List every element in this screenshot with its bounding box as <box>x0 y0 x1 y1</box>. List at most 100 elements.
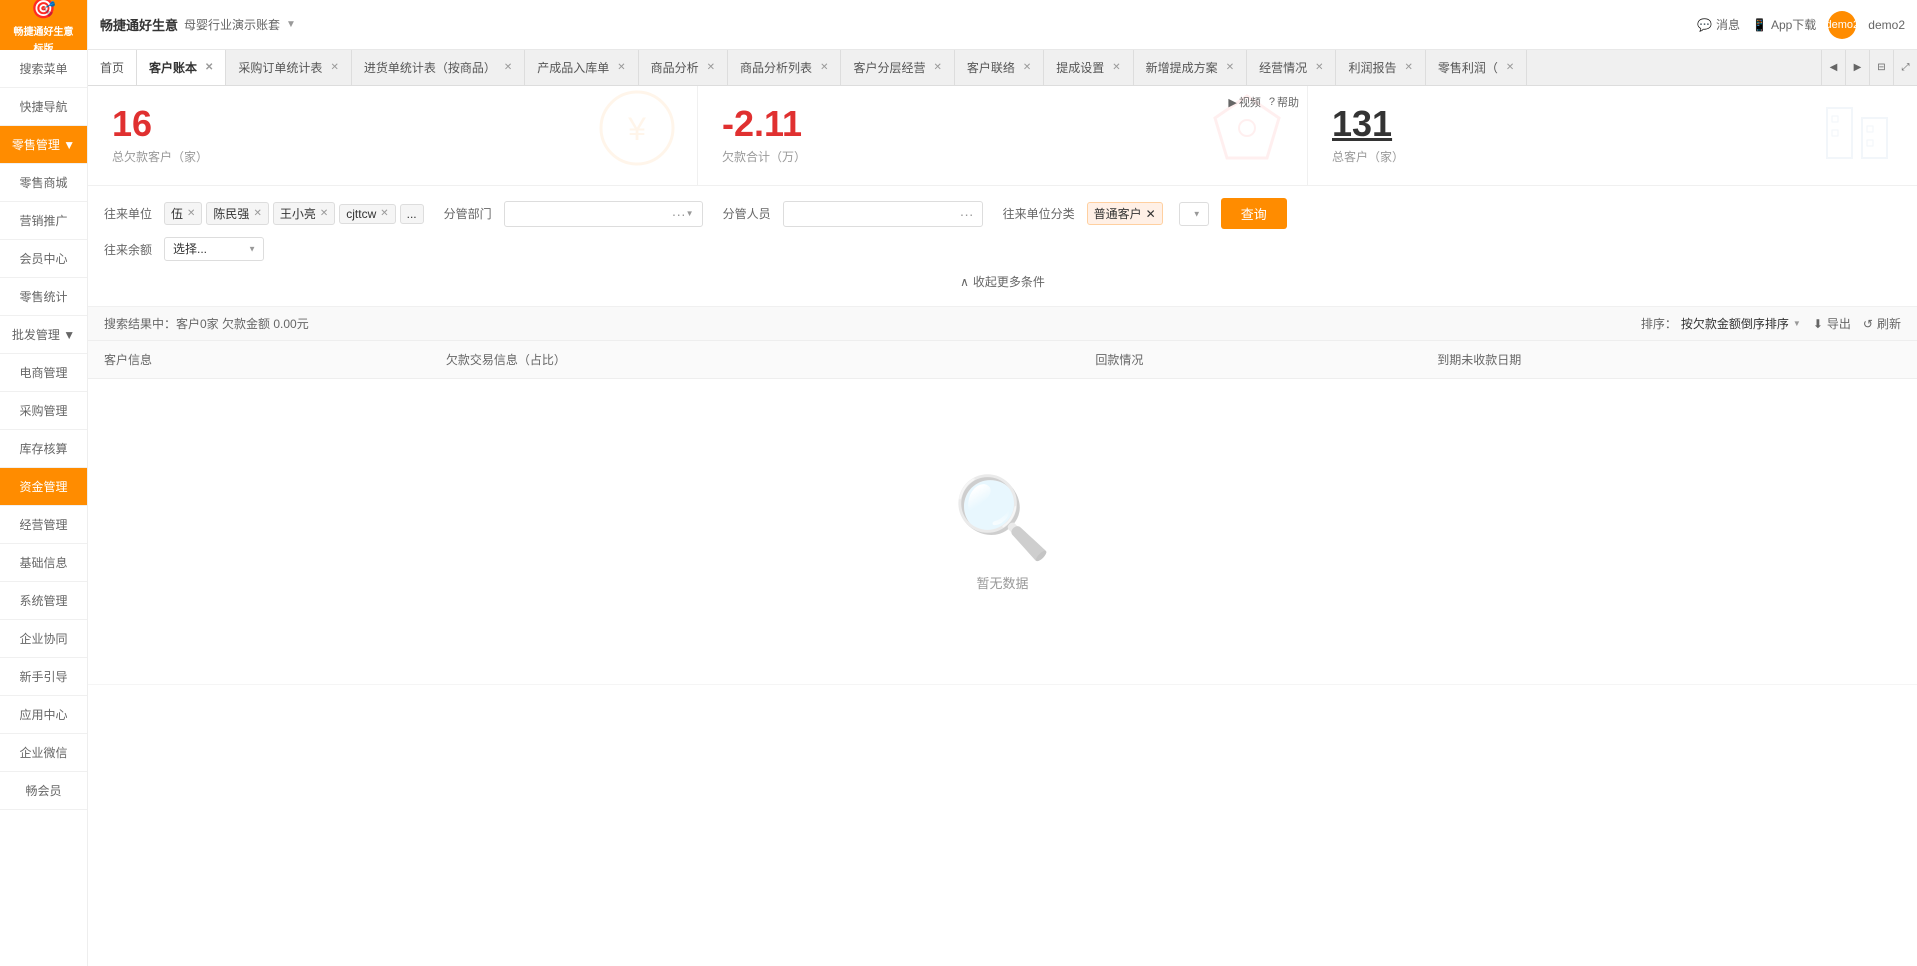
tab-new-increase[interactable]: 新增提成方案 ✕ <box>1134 50 1247 86</box>
app-download-button[interactable]: 📱 App下载 <box>1752 16 1816 33</box>
stat-info-total-customers: 131 总客户（家） <box>1332 106 1404 165</box>
tab-product-inbound[interactable]: 产成品入库单 ✕ <box>525 50 638 86</box>
sidebar-item-quick-nav[interactable]: 快捷导航 <box>0 88 87 126</box>
tab-inbound-stats[interactable]: 进货单统计表（按商品） ✕ <box>352 50 525 86</box>
company-filter-label: 往来单位 <box>104 205 152 222</box>
tab-home[interactable]: 首页 <box>88 50 137 86</box>
results-info: 搜索结果中：客户0家 欠款金额 0.00元 <box>104 315 309 332</box>
help-icon: ? <box>1269 96 1275 108</box>
tab-close-new-increase[interactable]: ✕ <box>1226 62 1234 73</box>
sidebar-item-retail-stats[interactable]: 零售统计 <box>0 278 87 316</box>
sidebar-item-retail-mgmt[interactable]: 零售管理 ▼ <box>0 126 87 164</box>
help-button[interactable]: ? 帮助 <box>1269 94 1299 110</box>
empty-state-icon: 🔍 <box>953 471 1053 565</box>
sort-dropdown-icon[interactable]: ▼ <box>1793 319 1801 328</box>
sidebar-item-operations-mgmt[interactable]: 经营管理 <box>0 506 87 544</box>
tab-remind-settings[interactable]: 提成设置 ✕ <box>1044 50 1133 86</box>
tab-customer-connect[interactable]: 客户联络 ✕ <box>955 50 1044 86</box>
filter-area: 往来单位 伍 ✕ 陈民强 ✕ 王小亮 ✕ <box>88 186 1917 307</box>
tab-customer-account[interactable]: 客户账本 ✕ <box>137 50 226 86</box>
sidebar-item-marketing[interactable]: 营销推广 <box>0 202 87 240</box>
tab-close-product-analysis-list[interactable]: ✕ <box>820 62 828 73</box>
sidebar-item-app-center[interactable]: 应用中心 <box>0 696 87 734</box>
tab-profit-report[interactable]: 利润报告 ✕ <box>1336 50 1425 86</box>
export-button[interactable]: ⬇ 导出 <box>1813 315 1851 332</box>
sidebar-item-enterprise-collab[interactable]: 企业协同 <box>0 620 87 658</box>
tab-product-analysis-list[interactable]: 商品分析列表 ✕ <box>728 50 841 86</box>
collapse-button[interactable]: ∧ 收起更多条件 <box>104 269 1901 294</box>
stat-card-total-customers: 131 总客户（家） <box>1308 86 1917 185</box>
sidebar-item-ecommerce-mgmt[interactable]: 电商管理 <box>0 354 87 392</box>
top-header: 畅捷通好生意 母婴行业演示账套 ▼ 💬 消息 📱 App下载 demo2 d <box>88 0 1917 50</box>
tab-expand-button[interactable]: ⤢ <box>1893 50 1917 86</box>
sidebar-item-basic-info[interactable]: 基础信息 <box>0 544 87 582</box>
person-filter-dots[interactable]: ··· <box>960 206 974 222</box>
balance-filter-select[interactable]: 选择... <box>164 237 264 261</box>
sidebar-item-system-mgmt[interactable]: 系统管理 <box>0 582 87 620</box>
tab-close-product-analysis[interactable]: ✕ <box>707 62 715 73</box>
user-name-label[interactable]: demo2 <box>1868 18 1905 32</box>
dept-filter-input[interactable] <box>513 207 668 221</box>
company-type-tag-close[interactable]: ✕ <box>1146 207 1156 221</box>
dept-dropdown-icon[interactable]: ▼ <box>686 209 694 218</box>
tab-customer-tier[interactable]: 客户分层经营 ✕ <box>841 50 954 86</box>
sidebar: 🎯 畅捷通好生意 标版 搜索菜单 快捷导航 零售管理 ▼ 零售商城 营销推广 会… <box>0 0 88 966</box>
stat-number-debt-customers: 16 <box>112 106 208 142</box>
sidebar-item-vip-member[interactable]: 畅会员 <box>0 772 87 810</box>
company-type-select[interactable] <box>1179 202 1209 226</box>
sidebar-item-new-guide[interactable]: 新手引导 <box>0 658 87 696</box>
company-tag-wang-close[interactable]: ✕ <box>320 208 328 219</box>
sort-option-label[interactable]: 按欠款金额倒序排序 <box>1681 315 1789 332</box>
tab-close-profit-report[interactable]: ✕ <box>1405 62 1413 73</box>
tab-close-inbound-stats[interactable]: ✕ <box>504 62 512 73</box>
message-button[interactable]: 💬 消息 <box>1697 16 1740 33</box>
workspace-dropdown-icon[interactable]: ▼ <box>286 19 296 30</box>
tab-bar: 首页 客户账本 ✕ 采购订单统计表 ✕ 进货单统计表（按商品） ✕ 产成品入库单… <box>88 50 1917 86</box>
tab-close-product-inbound[interactable]: ✕ <box>617 62 625 73</box>
dept-filter-dots[interactable]: ··· <box>672 206 686 222</box>
tab-purchase-order-stats[interactable]: 采购订单统计表 ✕ <box>226 50 351 86</box>
stat-bg-icon-currency: ¥ <box>597 88 677 184</box>
person-filter-input[interactable] <box>792 207 956 221</box>
tab-menu-button[interactable]: ⊟ <box>1869 50 1893 86</box>
tab-product-analysis[interactable]: 商品分析 ✕ <box>639 50 728 86</box>
sidebar-item-membership[interactable]: 会员中心 <box>0 240 87 278</box>
tab-retail-profit[interactable]: 零售利润（ ✕ <box>1426 50 1527 86</box>
sidebar-item-search-menu[interactable]: 搜索菜单 <box>0 50 87 88</box>
tab-close-retail-profit[interactable]: ✕ <box>1506 62 1514 73</box>
tab-close-purchase-order-stats[interactable]: ✕ <box>330 62 338 73</box>
company-type-dropdown-wrapper[interactable] <box>1179 202 1209 226</box>
sidebar-item-purchase-mgmt[interactable]: 采购管理 <box>0 392 87 430</box>
tab-prev-button[interactable]: ◀ <box>1821 50 1845 86</box>
sidebar-item-wholesale-mgmt[interactable]: 批发管理 ▼ <box>0 316 87 354</box>
refresh-button[interactable]: ↺ 刷新 <box>1863 315 1901 332</box>
stat-number-total-customers[interactable]: 131 <box>1332 106 1404 142</box>
tab-close-customer-account[interactable]: ✕ <box>205 62 213 73</box>
empty-state-text: 暂无数据 <box>976 573 1028 592</box>
company-tag-chen: 陈民强 ✕ <box>206 202 268 225</box>
tab-close-operation-status[interactable]: ✕ <box>1315 62 1323 73</box>
company-tag-chen-close[interactable]: ✕ <box>253 208 261 219</box>
company-tag-more[interactable]: ... <box>400 204 424 224</box>
company-tag-wu-close[interactable]: ✕ <box>187 208 195 219</box>
sidebar-item-inventory-check[interactable]: 库存核算 <box>0 430 87 468</box>
query-button[interactable]: 查询 <box>1221 198 1287 229</box>
col-debt-transactions: 欠款交易信息（占比） <box>430 341 1080 379</box>
sidebar-item-retail-store[interactable]: 零售商城 <box>0 164 87 202</box>
tab-close-customer-tier[interactable]: ✕ <box>933 62 941 73</box>
video-help-button[interactable]: ▶ 视频 <box>1228 94 1260 110</box>
header-workspace[interactable]: 母婴行业演示账套 <box>184 16 280 33</box>
sidebar-item-capital-mgmt[interactable]: 资金管理 <box>0 468 87 506</box>
tab-next-button[interactable]: ▶ <box>1845 50 1869 86</box>
user-avatar[interactable]: demo2 <box>1828 11 1856 39</box>
refresh-icon: ↺ <box>1863 317 1873 331</box>
tab-operation-status[interactable]: 经营情况 ✕ <box>1247 50 1336 86</box>
col-repayment-status: 回款情况 <box>1079 341 1421 379</box>
balance-filter-wrapper[interactable]: 选择... <box>164 237 264 261</box>
tab-close-customer-connect[interactable]: ✕ <box>1023 62 1031 73</box>
sidebar-item-enterprise-wechat[interactable]: 企业微信 <box>0 734 87 772</box>
header-logo-area: 畅捷通好生意 母婴行业演示账套 ▼ <box>100 15 296 34</box>
stat-bg-icon-building <box>1817 88 1897 184</box>
tab-close-remind-settings[interactable]: ✕ <box>1112 62 1120 73</box>
company-tag-cjttcw-close[interactable]: ✕ <box>380 208 388 219</box>
